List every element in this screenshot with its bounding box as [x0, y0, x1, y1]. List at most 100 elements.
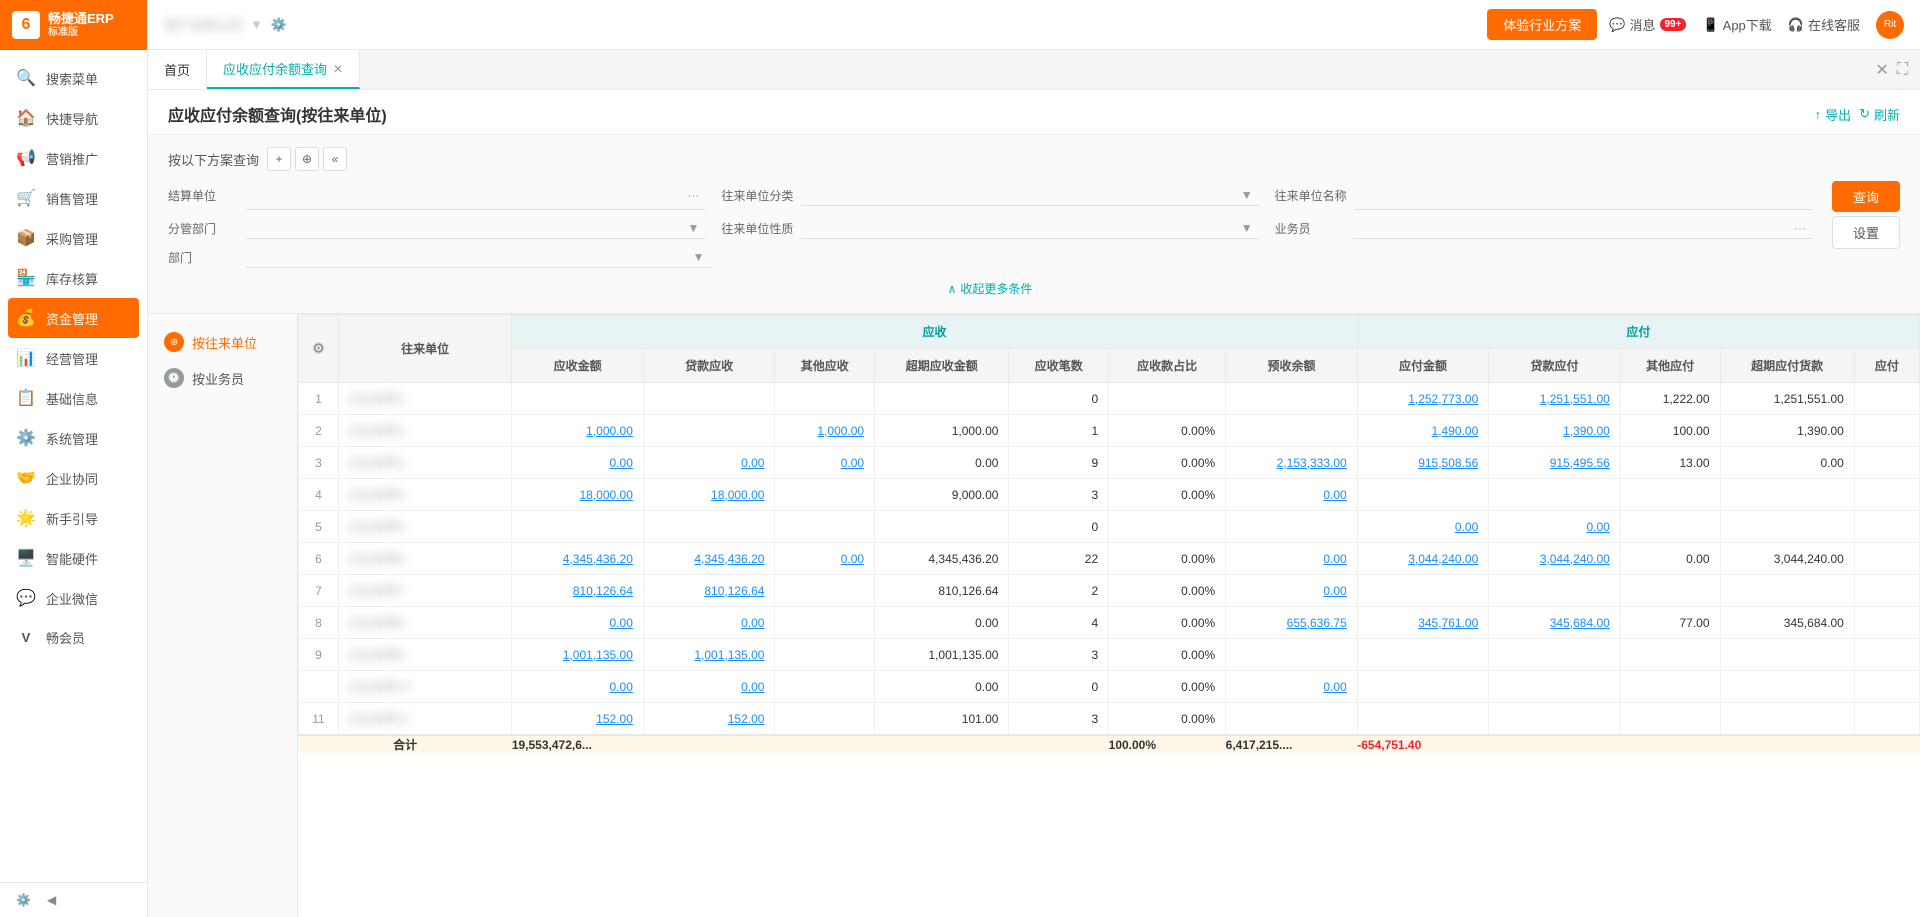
table-row: 8企业名称80.000.000.0040.00%655,636.75345,76…	[299, 607, 1920, 639]
table-row: 企业名称100.000.000.0000.00%0.00	[299, 671, 1920, 703]
logo-sub: 标准版	[48, 27, 114, 39]
sidebar-item-quicknav[interactable]: 🏠 快捷导航	[0, 98, 147, 138]
tab-report[interactable]: 应收应付余额查询 ✕	[207, 50, 360, 89]
col-r-ratio: 应收款占比	[1109, 349, 1226, 383]
export-btn[interactable]: ↑ 导出	[1815, 105, 1852, 124]
sidebar-item-inventory[interactable]: 🏪 库存核算	[0, 258, 147, 298]
search-fields: 结算单位 ··· 往来单位分类 ▼	[168, 181, 1812, 301]
footer-p-overdue	[1720, 735, 1854, 753]
messages-btn[interactable]: 💬 消息 99+	[1609, 15, 1686, 34]
online-service-btn[interactable]: 🎧 在线客服	[1788, 15, 1860, 34]
col-r-overdue: 超期应收金额	[875, 349, 1009, 383]
app-download-btn[interactable]: 📱 App下载	[1702, 15, 1771, 34]
sidebar-nav: 🔍 搜索菜单 🏠 快捷导航 📢 营销推广 🛒 销售管理 📦 采购管理 🏪 库存核…	[0, 50, 147, 882]
table-row: 3企业名称30.000.000.000.0090.00%2,153,333.00…	[299, 447, 1920, 479]
export-label: 导出	[1825, 105, 1851, 124]
sidebar-item-hardware[interactable]: 🖥️ 智能硬件	[0, 538, 147, 578]
collapse-sidebar-icon[interactable]: ◀	[47, 893, 56, 907]
unit-name-input[interactable]	[1361, 184, 1806, 206]
sidebar-item-system[interactable]: ⚙️ 系统管理	[0, 418, 147, 458]
search-row-1: 结算单位 ··· 往来单位分类 ▼	[168, 181, 1812, 210]
filter-salesman-label: 按业务员	[192, 369, 244, 388]
dept-label: 部门	[168, 249, 238, 266]
inventory-nav-icon: 🏪	[16, 268, 36, 288]
table-settings-icon[interactable]: ⚙	[312, 340, 325, 357]
col-unit-header: 往来单位	[339, 315, 512, 383]
operations-nav-icon: 📊	[16, 348, 36, 368]
query-button[interactable]: 查询	[1832, 181, 1900, 212]
scheme-settings-btn[interactable]: ⊕	[295, 147, 319, 171]
filter-by-salesman[interactable]: 🕐 按业务员	[148, 360, 297, 396]
settings-button[interactable]: 设置	[1832, 216, 1900, 249]
header-settings-icon[interactable]: ⚙️	[271, 17, 287, 33]
tab-bar-right: ✕ ⛶	[1863, 60, 1920, 80]
breadcrumb-arrow: ▼	[250, 17, 263, 32]
settings-bottom-icon[interactable]: ⚙️	[16, 893, 31, 907]
refresh-btn[interactable]: ↻ 刷新	[1859, 105, 1900, 124]
settlement-unit-dots[interactable]: ···	[687, 188, 699, 202]
home-nav-icon: 🏠	[16, 108, 36, 128]
unit-cell: 企业名称10	[339, 671, 512, 703]
tab-home[interactable]: 首页	[148, 50, 207, 89]
sidebar-item-purchase[interactable]: 📦 采购管理	[0, 218, 147, 258]
sidebar-item-label: 采购管理	[46, 229, 98, 248]
sidebar-item-wechat[interactable]: 💬 企业微信	[0, 578, 147, 618]
sidebar-item-member[interactable]: V 畅会员	[0, 618, 147, 657]
breadcrumb-blurred: 用户名称公司	[164, 15, 242, 34]
filter-unit-label: 按往来单位	[192, 333, 257, 352]
sidebar-item-label: 畅会员	[46, 628, 85, 647]
unit-cell: 企业名称4	[339, 479, 512, 511]
unit-nature-field: 往来单位性质 ▼	[721, 218, 1258, 239]
filter-by-unit[interactable]: ⊕ 按往来单位	[148, 324, 297, 360]
table-body: 1企业名称101,252,773.001,251,551.001,222.001…	[299, 383, 1920, 736]
sidebar-item-label: 企业协同	[46, 469, 98, 488]
scheme-collapse-btn[interactable]: «	[323, 147, 347, 171]
sidebar-item-finance[interactable]: 💰 资金管理	[8, 298, 139, 338]
table-row: 2企业名称21,000.001,000.001,000.0010.00%1,49…	[299, 415, 1920, 447]
search-btn-group: + ⊕ «	[267, 147, 347, 171]
query-actions: 查询 设置	[1832, 181, 1900, 249]
search-label: 按以下方案查询	[168, 150, 259, 169]
sidebar: 6 畅捷通ERP 标准版 🔍 搜索菜单 🏠 快捷导航 📢 营销推广 🛒 销售管理…	[0, 0, 148, 917]
sidebar-item-sales[interactable]: 🛒 销售管理	[0, 178, 147, 218]
promo-button[interactable]: 体验行业方案	[1487, 9, 1597, 40]
unit-cell: 企业名称1	[339, 383, 512, 415]
footer-r-amount: 19,553,472,6...	[512, 735, 644, 753]
sidebar-item-search[interactable]: 🔍 搜索菜单	[0, 58, 147, 98]
tab-close-all-icon[interactable]: ✕	[1875, 60, 1888, 80]
top-header: 用户名称公司 ▼ ⚙️ 体验行业方案 💬 消息 99+ 📱 App下载 🎧 在线…	[148, 0, 1920, 50]
sidebar-item-operations[interactable]: 📊 经营管理	[0, 338, 147, 378]
add-scheme-btn[interactable]: +	[267, 147, 291, 171]
sidebar-item-guide[interactable]: 🌟 新手引导	[0, 498, 147, 538]
sidebar-item-label: 库存核算	[46, 269, 98, 288]
tab-expand-icon[interactable]: ⛶	[1897, 61, 1908, 79]
unit-nature-label: 往来单位性质	[721, 220, 793, 237]
col-p-amount: 应付金额	[1357, 349, 1489, 383]
salesman-dots[interactable]: ···	[1794, 221, 1806, 235]
dept-manager-label: 分管部门	[168, 220, 238, 237]
collapse-conditions-btn[interactable]: ∧ 收起更多条件	[948, 276, 1033, 301]
col-r-count: 应收笔数	[1009, 349, 1109, 383]
dept-chevron: ▼	[693, 250, 705, 264]
unit-cell: 企业名称7	[339, 575, 512, 607]
search-row-3: 部门 ▼	[168, 247, 1812, 268]
tab-close-icon[interactable]: ✕	[333, 62, 343, 76]
col-r-prepay: 预收余额	[1226, 349, 1358, 383]
table-row: 4企业名称418,000.0018,000.009,000.0030.00%0.…	[299, 479, 1920, 511]
unit-cell: 企业名称6	[339, 543, 512, 575]
sidebar-item-label: 搜索菜单	[46, 69, 98, 88]
user-avatar[interactable]: Rit	[1876, 11, 1904, 39]
service-icon: 🎧	[1788, 17, 1804, 33]
sidebar-item-basic[interactable]: 📋 基础信息	[0, 378, 147, 418]
sales-nav-icon: 🛒	[16, 188, 36, 208]
sidebar-item-label: 智能硬件	[46, 549, 98, 568]
settlement-unit-input[interactable]	[252, 184, 687, 206]
table-row: 5企业名称500.000.00	[299, 511, 1920, 543]
guide-nav-icon: 🌟	[16, 508, 36, 528]
collapse-icon: ∧	[948, 282, 957, 296]
table-container[interactable]: ⚙ 往来单位 应收 应付 应收金额 贷款应收 其他应收 超期应收金额 应收笔数	[298, 314, 1920, 917]
sidebar-item-marketing[interactable]: 📢 营销推广	[0, 138, 147, 178]
app-label: App下载	[1723, 15, 1772, 34]
service-label: 在线客服	[1808, 15, 1860, 34]
sidebar-item-enterprise[interactable]: 🤝 企业协同	[0, 458, 147, 498]
